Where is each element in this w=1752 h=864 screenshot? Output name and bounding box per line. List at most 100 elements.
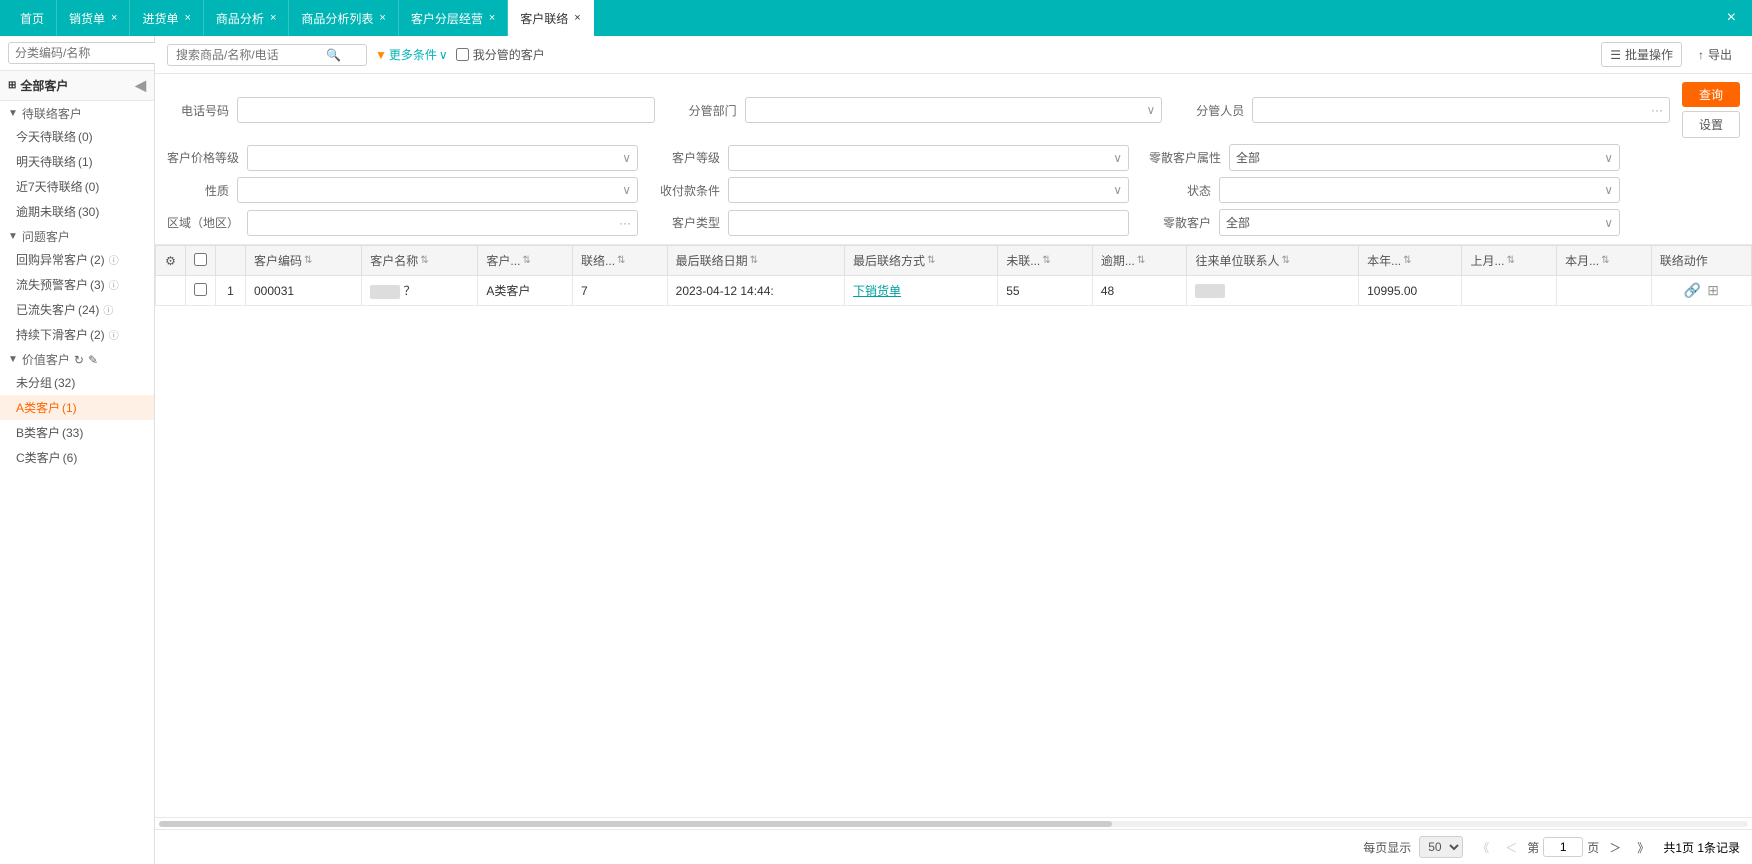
customer-grade-select[interactable]: ∨ xyxy=(728,145,1129,171)
close-icon[interactable]: × xyxy=(489,12,495,24)
col-contact[interactable]: 联络... ⇅ xyxy=(573,246,668,276)
refresh-icon[interactable]: ↻ xyxy=(74,353,84,367)
table-row: 1 000031 ？ A类客户 7 xyxy=(156,276,1752,306)
col-contact-person[interactable]: 往来单位联系人 ⇅ xyxy=(1187,246,1359,276)
info-icon: ⓘ xyxy=(109,252,119,267)
col-this-month[interactable]: 本月... ⇅ xyxy=(1557,246,1652,276)
page-number-input[interactable] xyxy=(1543,837,1583,857)
sidebar-search-input[interactable] xyxy=(8,42,177,64)
nav-tab-0[interactable]: 销货单 × xyxy=(57,0,130,36)
row-checkbox[interactable] xyxy=(194,283,207,296)
export-icon: ↑ xyxy=(1698,48,1704,62)
row-action: 🔗 ⊞ xyxy=(1651,276,1751,306)
close-icon[interactable]: × xyxy=(574,12,580,24)
my-customers-checkbox[interactable] xyxy=(456,48,469,61)
col-type[interactable]: 客户... ⇅ xyxy=(478,246,573,276)
nav-tab-3[interactable]: 商品分析列表 × xyxy=(289,0,398,36)
chevron-down-icon: ∨ xyxy=(1113,183,1122,197)
edit-icon[interactable]: ✎ xyxy=(88,353,98,367)
status-select[interactable]: ∨ xyxy=(1219,177,1620,203)
main-layout: 🔍 ⊞ 全部客户 ◀ ▼ 待联络客户 今天待联络 (0) 明天待联络 (1) 近… xyxy=(0,36,1752,864)
advanced-filters: 电话号码 分管部门 ∨ 分管人员 ··· xyxy=(155,74,1752,245)
close-icon[interactable]: × xyxy=(379,12,385,24)
more-conditions-button[interactable]: ▼ 更多条件 ∨ xyxy=(375,46,448,63)
sidebar-item-ungrouped[interactable]: 未分组 (32) xyxy=(0,370,154,395)
payment-select[interactable]: ∨ xyxy=(728,177,1129,203)
nav-tab-2[interactable]: 商品分析 × xyxy=(204,0,289,36)
page-size-select[interactable]: 50 xyxy=(1419,836,1463,858)
group-pending-contact[interactable]: ▼ 待联络客户 xyxy=(0,101,154,124)
col-last-contact-method[interactable]: 最后联络方式 ⇅ xyxy=(845,246,998,276)
tab-label: 进货单 xyxy=(142,10,178,27)
person-select[interactable]: ··· xyxy=(1252,97,1670,123)
horizontal-scrollbar[interactable] xyxy=(155,817,1752,829)
col-name[interactable]: 客户名称 ⇅ xyxy=(362,246,478,276)
grid-icon: ⊞ xyxy=(8,80,16,91)
col-no-contact[interactable]: 未联... ⇅ xyxy=(998,246,1093,276)
nav-tab-5[interactable]: 客户联络 × xyxy=(508,0,593,36)
select-all-checkbox[interactable] xyxy=(194,253,207,266)
col-last-contact-date[interactable]: 最后联络日期 ⇅ xyxy=(667,246,844,276)
prev-page-button[interactable]: ＜ xyxy=(1499,837,1523,858)
sidebar-item-class-c[interactable]: C类客户 (6) xyxy=(0,445,154,470)
phone-label: 电话号码 xyxy=(167,102,237,119)
collapse-icon[interactable]: ◀ xyxy=(135,77,146,94)
sort-icon: ⇅ xyxy=(522,255,530,266)
chevron-down-icon: ∨ xyxy=(622,183,631,197)
col-last-month[interactable]: 上月... ⇅ xyxy=(1462,246,1557,276)
link-icon[interactable]: 🔗 xyxy=(1684,282,1701,299)
sidebar-item-repurchase-abnormal[interactable]: 回购异常客户 (2) ⓘ xyxy=(0,247,154,272)
sidebar-item-overdue[interactable]: 逾期未联络 (30) xyxy=(0,199,154,224)
sidebar-item-class-a[interactable]: A类客户 (1) xyxy=(0,395,154,420)
close-all-button[interactable]: × xyxy=(1719,9,1744,27)
group-problem-customers[interactable]: ▼ 问题客户 xyxy=(0,224,154,247)
row-this-month xyxy=(1557,276,1652,306)
group-label: 待联络客户 xyxy=(22,105,82,122)
filter-search-input[interactable] xyxy=(176,48,326,62)
phone-input[interactable] xyxy=(237,97,655,123)
nav-home[interactable]: 首页 xyxy=(8,0,57,36)
close-icon[interactable]: × xyxy=(111,12,117,24)
nav-tab-1[interactable]: 进货单 × xyxy=(130,0,203,36)
sort-icon: ⇅ xyxy=(304,255,312,266)
region-select[interactable]: ··· xyxy=(247,210,638,236)
customer-type-select[interactable] xyxy=(728,210,1129,236)
next-page-button[interactable]: ＞ xyxy=(1603,837,1627,858)
group-value-customers[interactable]: ▼ 价值客户 ↻ ✎ xyxy=(0,347,154,370)
close-icon[interactable]: × xyxy=(270,12,276,24)
batch-op-button[interactable]: ☰ 批量操作 xyxy=(1601,42,1682,67)
price-grade-select[interactable]: ∨ xyxy=(247,145,638,171)
all-customers-header[interactable]: ⊞ 全部客户 ◀ xyxy=(0,71,154,101)
retail-customer-select[interactable]: 全部 ∨ xyxy=(1219,209,1620,236)
sidebar-item-declining[interactable]: 持续下滑客户 (2) ⓘ xyxy=(0,322,154,347)
row-code: 000031 xyxy=(246,276,362,306)
query-button[interactable]: 查询 xyxy=(1682,82,1740,107)
sidebar-item-7days[interactable]: 近7天待联络 (0) xyxy=(0,174,154,199)
col-overdue[interactable]: 逾期... ⇅ xyxy=(1092,246,1187,276)
dept-select[interactable]: ∨ xyxy=(745,97,1163,123)
col-settings[interactable]: ⚙ xyxy=(156,246,186,276)
sidebar-item-churn-warning[interactable]: 流失预警客户 (3) ⓘ xyxy=(0,272,154,297)
close-icon[interactable]: × xyxy=(184,12,190,24)
nature-select[interactable]: ∨ xyxy=(237,177,638,203)
qr-icon[interactable]: ⊞ xyxy=(1707,282,1719,299)
nav-tab-4[interactable]: 客户分层经营 × xyxy=(399,0,508,36)
filter-search-icon[interactable]: 🔍 xyxy=(326,48,341,62)
sidebar-item-today[interactable]: 今天待联络 (0) xyxy=(0,124,154,149)
sort-icon: ⇅ xyxy=(1506,255,1514,266)
export-button[interactable]: ↑ 导出 xyxy=(1690,43,1740,66)
dept-label: 分管部门 xyxy=(675,102,745,119)
first-page-button[interactable]: 《 xyxy=(1471,837,1495,858)
item-label: 流失预警客户 xyxy=(16,276,88,293)
col-code[interactable]: 客户编码 ⇅ xyxy=(246,246,362,276)
sidebar-item-class-b[interactable]: B类客户 (33) xyxy=(0,420,154,445)
retail-attr-select[interactable]: 全部 ∨ xyxy=(1229,144,1620,171)
scrollbar-thumb[interactable] xyxy=(159,821,1112,827)
last-page-button[interactable]: 》 xyxy=(1631,837,1655,858)
settings-button[interactable]: 设置 xyxy=(1682,111,1740,138)
row-last-contact-method[interactable]: 下销货单 xyxy=(845,276,998,306)
col-this-year[interactable]: 本年... ⇅ xyxy=(1359,246,1462,276)
sidebar-item-churned[interactable]: 已流失客户 (24) ⓘ xyxy=(0,297,154,322)
sidebar-item-tomorrow[interactable]: 明天待联络 (1) xyxy=(0,149,154,174)
filter-price-grade: 客户价格等级 ∨ xyxy=(167,145,638,171)
